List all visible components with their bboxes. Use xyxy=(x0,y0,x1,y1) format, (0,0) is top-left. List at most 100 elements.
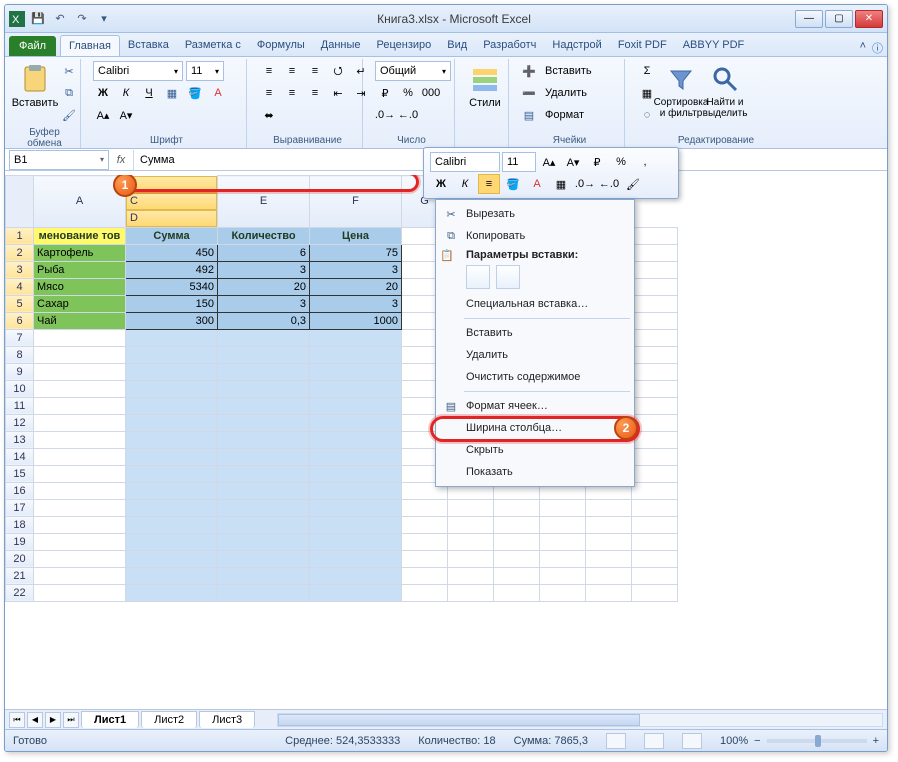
cell[interactable] xyxy=(218,448,310,465)
cell[interactable] xyxy=(218,397,310,414)
cell[interactable]: Мясо xyxy=(34,278,126,295)
font-color-button[interactable]: A xyxy=(208,83,228,103)
decrease-indent-button[interactable]: ⇤ xyxy=(328,83,348,103)
ctx-cut[interactable]: ✂Вырезать xyxy=(438,203,632,225)
cell[interactable] xyxy=(310,567,402,584)
row-header[interactable]: 22 xyxy=(6,584,34,601)
row-header[interactable]: 21 xyxy=(6,567,34,584)
cell[interactable] xyxy=(632,414,678,431)
cell[interactable] xyxy=(310,448,402,465)
cell[interactable] xyxy=(632,533,678,550)
cell[interactable] xyxy=(632,584,678,601)
cell[interactable] xyxy=(218,346,310,363)
merge-button[interactable]: ⬌ xyxy=(259,105,279,125)
tab-вставка[interactable]: Вставка xyxy=(120,35,177,56)
ctx-column-width[interactable]: Ширина столбца… xyxy=(438,417,632,439)
cell[interactable] xyxy=(126,550,218,567)
mini-border[interactable]: ▦ xyxy=(550,174,572,194)
cell[interactable] xyxy=(632,482,678,499)
row-header[interactable]: 4 xyxy=(6,278,34,295)
row-header[interactable]: 15 xyxy=(6,465,34,482)
mini-italic[interactable]: К xyxy=(454,174,476,194)
styles-button[interactable]: Стили xyxy=(467,61,503,111)
cell[interactable] xyxy=(632,227,678,244)
tab-надстрой[interactable]: Надстрой xyxy=(544,35,609,56)
scrollbar-thumb[interactable] xyxy=(278,714,640,726)
cell[interactable] xyxy=(34,380,126,397)
row-header[interactable]: 14 xyxy=(6,448,34,465)
help-icon[interactable]: ⓘ xyxy=(872,40,883,56)
row-header[interactable]: 19 xyxy=(6,533,34,550)
currency-button[interactable]: ₽ xyxy=(375,83,395,103)
paste-option-1[interactable] xyxy=(466,265,490,289)
cell[interactable] xyxy=(34,516,126,533)
cell[interactable] xyxy=(310,550,402,567)
cell[interactable] xyxy=(540,584,586,601)
format-cells-button[interactable]: Формат xyxy=(540,105,589,125)
cell[interactable] xyxy=(126,414,218,431)
mini-grow-font[interactable]: A▴ xyxy=(538,152,560,172)
tab-abbyy pdf[interactable]: ABBYY PDF xyxy=(675,35,753,56)
cell[interactable] xyxy=(126,431,218,448)
column-header[interactable]: A xyxy=(34,176,126,228)
border-button[interactable]: ▦ xyxy=(162,83,182,103)
cell[interactable] xyxy=(126,533,218,550)
cell[interactable]: 450 xyxy=(126,244,218,261)
column-header[interactable]: F xyxy=(310,176,402,228)
view-pagebreak-button[interactable] xyxy=(682,733,702,749)
comma-button[interactable]: 000 xyxy=(421,83,441,103)
tab-рецензиро[interactable]: Рецензиро xyxy=(369,35,440,56)
cell[interactable] xyxy=(448,533,494,550)
cell[interactable] xyxy=(632,244,678,261)
cell[interactable] xyxy=(402,584,448,601)
cell[interactable] xyxy=(402,550,448,567)
cell[interactable] xyxy=(540,567,586,584)
cell[interactable] xyxy=(126,584,218,601)
insert-cells-button[interactable]: Вставить xyxy=(540,61,597,81)
cell[interactable] xyxy=(494,499,540,516)
percent-button[interactable]: % xyxy=(398,83,418,103)
cell[interactable] xyxy=(310,414,402,431)
column-header[interactable]: D xyxy=(126,210,217,227)
cell[interactable]: Чай xyxy=(34,312,126,329)
tab-данные[interactable]: Данные xyxy=(313,35,369,56)
cell[interactable]: Цена xyxy=(310,227,402,244)
cell[interactable] xyxy=(632,380,678,397)
row-header[interactable]: 9 xyxy=(6,363,34,380)
cell[interactable] xyxy=(126,397,218,414)
delete-cells-button[interactable]: Удалить xyxy=(540,83,592,103)
cell[interactable] xyxy=(632,499,678,516)
cell[interactable] xyxy=(218,431,310,448)
maximize-button[interactable]: ▢ xyxy=(825,10,853,28)
increase-indent-button[interactable]: ⇥ xyxy=(351,83,371,103)
tab-вид[interactable]: Вид xyxy=(439,35,475,56)
cell[interactable] xyxy=(34,482,126,499)
cell[interactable] xyxy=(586,567,632,584)
cell[interactable] xyxy=(494,533,540,550)
select-all-corner[interactable] xyxy=(6,176,34,228)
cell[interactable] xyxy=(448,550,494,567)
cell[interactable] xyxy=(218,482,310,499)
cell[interactable] xyxy=(448,584,494,601)
cell[interactable] xyxy=(34,550,126,567)
cell[interactable] xyxy=(218,329,310,346)
cell[interactable]: 150 xyxy=(126,295,218,312)
cell[interactable] xyxy=(632,329,678,346)
view-normal-button[interactable] xyxy=(606,733,626,749)
mini-font-select[interactable]: Calibri xyxy=(430,152,500,172)
qat-customize-icon[interactable]: ▾ xyxy=(95,10,113,28)
cell[interactable] xyxy=(126,346,218,363)
align-center-button[interactable]: ≡ xyxy=(282,83,302,103)
cell[interactable] xyxy=(34,329,126,346)
ctx-clear[interactable]: Очистить содержимое xyxy=(438,366,632,388)
cell[interactable] xyxy=(632,465,678,482)
cell[interactable] xyxy=(34,499,126,516)
cell[interactable] xyxy=(34,414,126,431)
align-top-button[interactable]: ≡ xyxy=(259,61,279,81)
cell[interactable] xyxy=(402,499,448,516)
cell[interactable] xyxy=(632,431,678,448)
row-header[interactable]: 13 xyxy=(6,431,34,448)
cell[interactable] xyxy=(494,516,540,533)
autosum-button[interactable]: Σ xyxy=(637,61,657,81)
bold-button[interactable]: Ж xyxy=(93,83,113,103)
